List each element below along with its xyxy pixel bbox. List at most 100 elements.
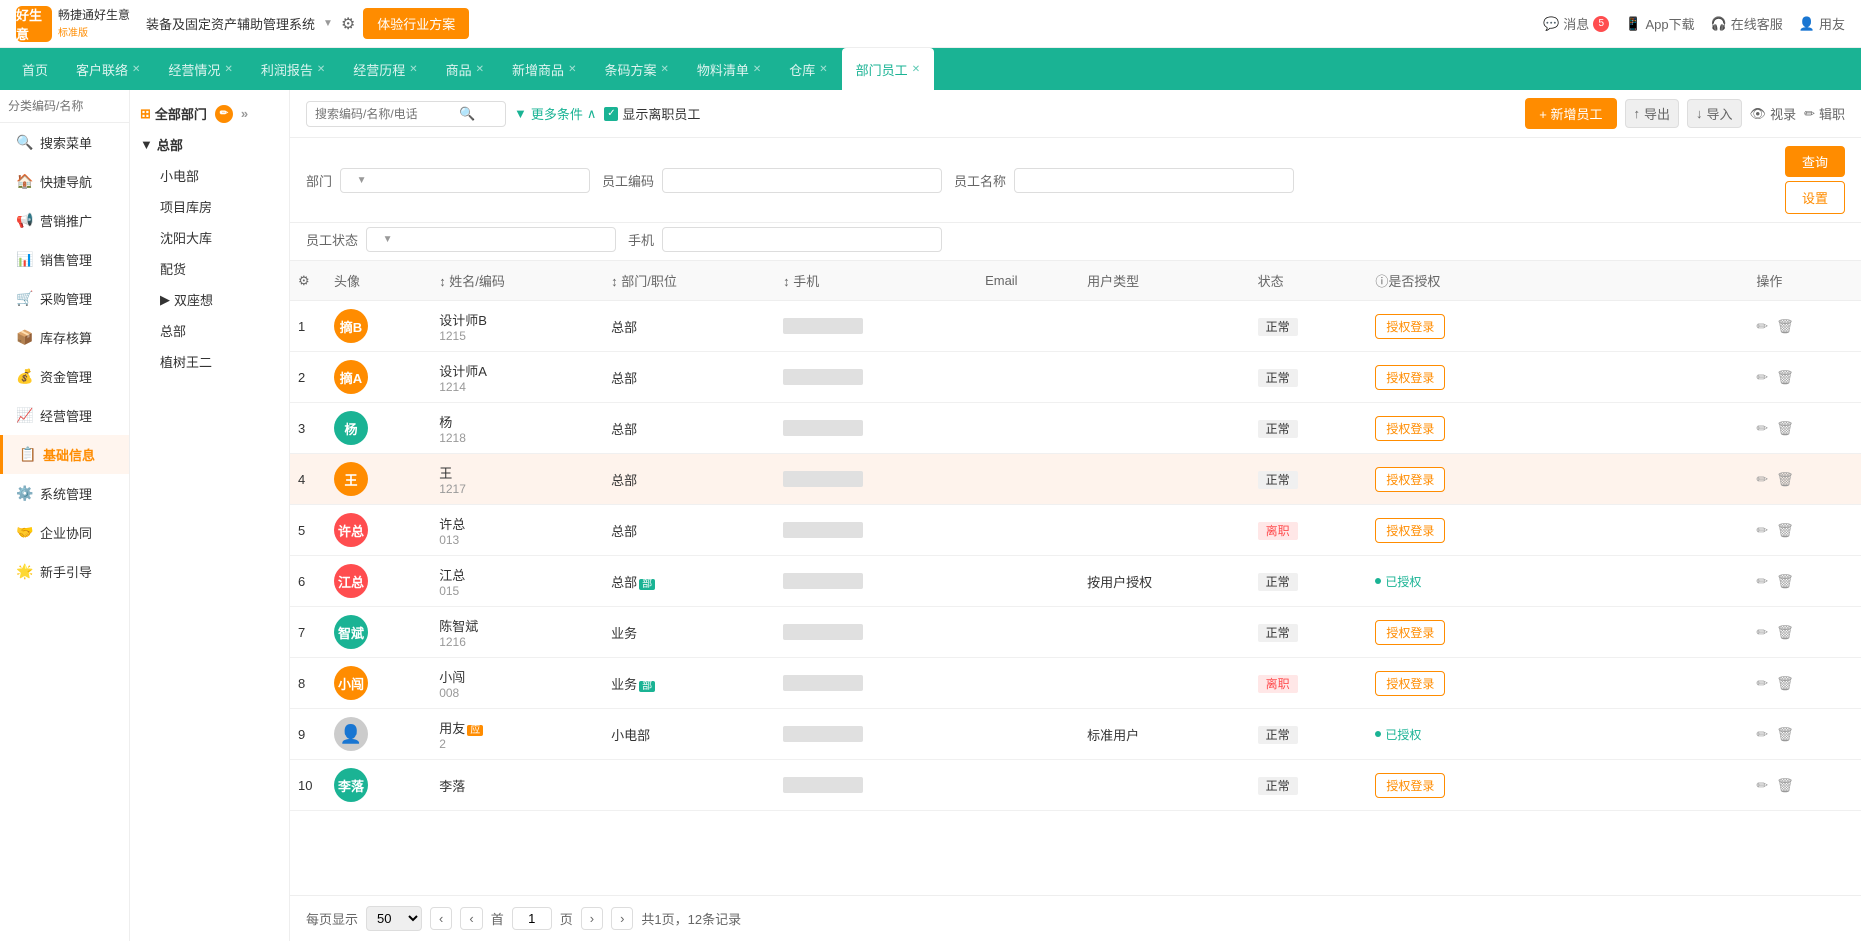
nav-tab-warehouse[interactable]: 仓库 ✕ [775,48,841,90]
system-title-arrow[interactable]: ▼ [323,18,333,29]
delete-action-icon[interactable]: 🗑 [1776,624,1794,641]
sidebar-item-sales[interactable]: 📊 销售管理 [0,240,129,279]
try-btn[interactable]: 体验行业方案 [363,8,469,39]
delete-action-icon[interactable]: 🗑 [1776,471,1794,488]
nav-tab-employees[interactable]: 部门员工 ✕ [842,48,934,90]
auth-btn[interactable]: 授权登录 [1375,365,1445,390]
cell-auth[interactable]: 授权登录 [1367,607,1548,658]
gear-icon[interactable]: ⚙ [341,14,355,34]
cell-auth[interactable]: 已授权 [1367,709,1548,760]
edit-action-icon[interactable]: ✏ [1756,777,1768,794]
next-page-btn[interactable]: › [581,907,603,930]
messages-btn[interactable]: 💬 消息 5 [1543,14,1609,33]
delete-action-icon[interactable]: 🗑 [1776,573,1794,590]
dept-node-zongbu[interactable]: 总部 [130,315,289,346]
app-download-btn[interactable]: 📱 App下载 [1625,14,1694,33]
cell-auth[interactable]: 已授权 [1367,556,1548,607]
query-btn[interactable]: 查询 [1785,146,1845,177]
close-icon[interactable]: ✕ [476,64,484,75]
edit-action-icon[interactable]: ✏ [1756,573,1768,590]
sidebar-item-guide[interactable]: 🌟 新手引导 [0,552,129,591]
sidebar-item-basic[interactable]: 📋 基础信息 [0,435,129,474]
cell-auth[interactable]: 授权登录 [1367,760,1548,811]
cell-auth[interactable]: 授权登录 [1367,301,1548,352]
edit-action-icon[interactable]: ✏ [1756,369,1768,386]
nav-tab-operation[interactable]: 经营情况 ✕ [154,48,246,90]
nav-tab-goods[interactable]: 商品 ✕ [432,48,498,90]
edit-action-icon[interactable]: ✏ [1756,675,1768,692]
close-icon[interactable]: ✕ [568,64,576,75]
cell-auth[interactable]: 授权登录 [1367,352,1548,403]
col-settings[interactable]: ⚙ [290,261,326,301]
close-icon[interactable]: ✕ [317,64,325,75]
dept-node-project[interactable]: 项目库房 [130,191,289,222]
delete-action-icon[interactable]: 🗑 [1776,726,1794,743]
settings-icon[interactable]: ⚙ [298,273,310,288]
sidebar-item-quicknav[interactable]: 🏠 快捷导航 [0,162,129,201]
auth-btn[interactable]: 授权登录 [1375,773,1445,798]
auth-btn[interactable]: 授权登录 [1375,671,1445,696]
dept-filter-select[interactable]: ▼ [340,168,590,193]
sidebar-item-collab[interactable]: 🤝 企业协同 [0,513,129,552]
close-icon[interactable]: ✕ [660,64,668,75]
dept-collapse-icon[interactable]: » [241,106,248,121]
status-filter-select[interactable]: ▼ [366,227,616,252]
sidebar-item-search[interactable]: 🔍 搜索菜单 [0,123,129,162]
auth-btn[interactable]: 授权登录 [1375,467,1445,492]
dept-node-zhishu[interactable]: 植树王二 [130,346,289,377]
delete-action-icon[interactable]: 🗑 [1776,369,1794,386]
edit-btn[interactable]: ✏ 辑职 [1804,104,1845,123]
dept-node-root[interactable]: ▼ 总部 [130,129,289,160]
dept-node-xiaodiandu[interactable]: 小电部 [130,160,289,191]
cell-auth[interactable]: 授权登录 [1367,505,1548,556]
view-btn[interactable]: 👁 视录 [1750,104,1797,123]
dept-node-distribution[interactable]: 配货 [130,253,289,284]
sidebar-search-input[interactable] [8,99,130,113]
cell-auth[interactable]: 授权登录 [1367,454,1548,505]
phone-filter-input[interactable] [662,227,942,252]
add-employee-btn[interactable]: + 新增员工 [1525,98,1616,129]
col-name[interactable]: ↕ 姓名/编码 [431,261,603,301]
auth-btn[interactable]: 授权登录 [1375,314,1445,339]
close-icon[interactable]: ✕ [409,64,417,75]
sidebar-item-system[interactable]: ⚙️ 系统管理 [0,474,129,513]
edit-action-icon[interactable]: ✏ [1756,318,1768,335]
user-btn[interactable]: 👤 用友 [1799,14,1845,33]
auth-btn[interactable]: 授权登录 [1375,620,1445,645]
prev-page-btn[interactable]: ‹ [460,907,482,930]
delete-action-icon[interactable]: 🗑 [1776,420,1794,437]
sidebar-item-purchase[interactable]: 🛒 采购管理 [0,279,129,318]
col-phone[interactable]: ↕ 手机 [775,261,977,301]
close-icon[interactable]: ✕ [819,64,827,75]
edit-action-icon[interactable]: ✏ [1756,726,1768,743]
show-resigned-toggle[interactable]: ✓ 显示离职员工 [604,104,700,123]
name-filter-input[interactable] [1014,168,1294,193]
last-page-btn[interactable]: › [611,907,633,930]
edit-action-icon[interactable]: ✏ [1756,624,1768,641]
sidebar-item-marketing[interactable]: 📢 营销推广 [0,201,129,240]
dept-edit-icon[interactable]: ✏ [215,105,233,123]
import-btn[interactable]: ↓ 导入 [1687,99,1742,128]
export-btn[interactable]: ↑ 导出 [1625,99,1680,128]
close-icon[interactable]: ✕ [224,64,232,75]
delete-action-icon[interactable]: 🗑 [1776,675,1794,692]
cell-auth[interactable]: 授权登录 [1367,658,1548,709]
auth-btn[interactable]: 授权登录 [1375,416,1445,441]
sidebar-item-finance[interactable]: 💰 资金管理 [0,357,129,396]
edit-action-icon[interactable]: ✏ [1756,420,1768,437]
sidebar-search[interactable]: 🔍 [0,90,129,123]
more-filter-btn[interactable]: ▼ 更多条件 ∧ [514,104,596,123]
nav-tab-home[interactable]: 首页 [8,48,62,90]
edit-action-icon[interactable]: ✏ [1756,522,1768,539]
dept-header[interactable]: ⊞ 全部部门 ✏ » [130,98,289,129]
nav-tab-profit[interactable]: 利润报告 ✕ [247,48,339,90]
nav-tab-bom[interactable]: 物料清单 ✕ [683,48,775,90]
search-box[interactable]: 🔍 [306,101,506,127]
nav-tab-customer[interactable]: 客户联络 ✕ [62,48,154,90]
setting-btn[interactable]: 设置 [1785,181,1845,214]
delete-action-icon[interactable]: 🗑 [1776,318,1794,335]
cell-auth[interactable]: 授权登录 [1367,403,1548,454]
close-icon[interactable]: ✕ [753,64,761,75]
dept-node-shenyang[interactable]: 沈阳大库 [130,222,289,253]
edit-action-icon[interactable]: ✏ [1756,471,1768,488]
